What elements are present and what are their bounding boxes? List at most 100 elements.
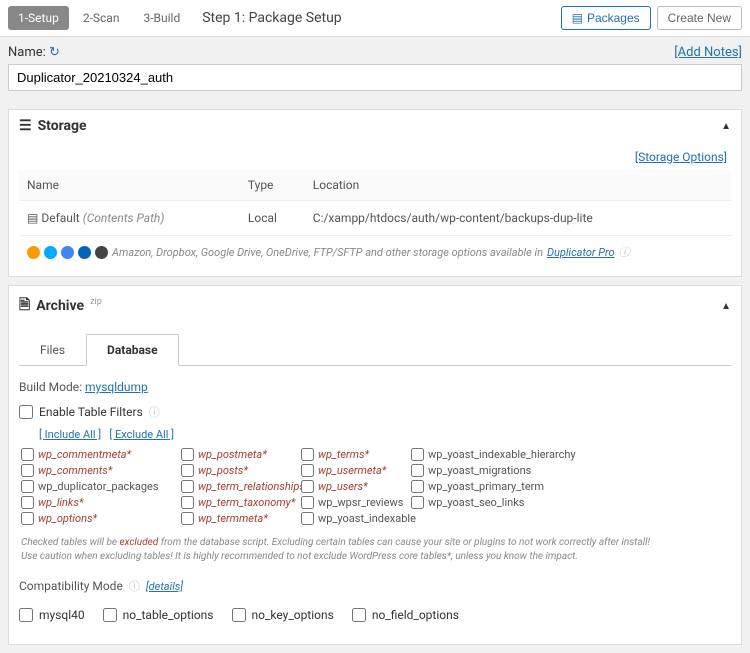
lbl: no_field_options [372, 608, 459, 622]
storage-row: ▤ Default (Contents Path) Local C:/xampp… [19, 201, 731, 236]
info-icon[interactable]: ⓘ [619, 244, 630, 260]
tbl-chk[interactable] [21, 480, 34, 493]
tbl-chk[interactable] [181, 496, 194, 509]
details-link[interactable]: [details] [146, 580, 183, 593]
col-name: Name [19, 170, 240, 201]
tbl-label: wp_terms* [318, 448, 369, 461]
step-1[interactable]: 1-Setup [8, 6, 69, 30]
tbl-chk[interactable] [181, 512, 194, 525]
tbl-label: wp_yoast_indexable_hierarchy [428, 448, 576, 461]
tbl-label: wp_yoast_primary_term [428, 480, 544, 493]
lbl: no_table_options [123, 608, 214, 622]
help-icon[interactable]: ⓘ [129, 578, 140, 594]
tbl-chk[interactable] [411, 496, 424, 509]
tbl-chk[interactable] [21, 464, 34, 477]
chk[interactable] [232, 608, 246, 622]
tbl-chk[interactable] [301, 480, 314, 493]
tbl-label: wp_usermeta* [318, 464, 386, 477]
storage-icon: ☰ [19, 118, 32, 134]
col-location: Location [305, 170, 731, 201]
storage-header[interactable]: ☰ Storage ▲ [9, 110, 741, 142]
tbl-chk[interactable] [181, 480, 194, 493]
build-mode-label: Build Mode: [19, 380, 82, 394]
tables-grid: wp_commentmeta* wp_postmeta* wp_terms* w… [19, 447, 731, 526]
tab-files[interactable]: Files [19, 334, 86, 365]
archive-header[interactable]: 🗎 Archive zip ▲ [9, 286, 741, 326]
step-3[interactable]: 3-Build [133, 6, 190, 30]
exclude-all-link[interactable]: [ Exclude All ] [109, 428, 174, 441]
tbl-label: wp_options* [38, 512, 97, 525]
tbl-label: wp_yoast_seo_links [428, 496, 524, 509]
tbl-label: wp_yoast_indexable [318, 512, 416, 525]
compat-mysql40[interactable]: mysql40 [19, 602, 85, 628]
tbl-label: wp_comments* [38, 464, 112, 477]
tbl-chk[interactable] [301, 496, 314, 509]
warning-text: Checked tables will be excluded from the… [19, 526, 731, 574]
tbl-label: wp_term_relationships* [198, 480, 309, 493]
tbl-chk[interactable] [301, 448, 314, 461]
tbl-chk[interactable] [21, 512, 34, 525]
archive-zip-badge: zip [90, 297, 102, 307]
packages-icon: ▤ [572, 11, 583, 25]
server-icon: ▤ [27, 211, 41, 225]
help-icon[interactable]: ⓘ [149, 404, 160, 420]
packages-label: Packages [587, 11, 640, 25]
enable-filters-checkbox[interactable] [19, 405, 33, 419]
step-2[interactable]: 2-Scan [73, 6, 130, 30]
storage-location: C:/xampp/htdocs/auth/wp-content/backups-… [305, 201, 731, 236]
tbl-label: wp_links* [38, 496, 83, 509]
tbl-chk[interactable] [411, 464, 424, 477]
name-label: Name: [8, 45, 46, 60]
create-new-button[interactable]: Create New [657, 6, 742, 30]
tbl-label: wp_posts* [198, 464, 248, 477]
chk[interactable] [352, 608, 366, 622]
dropbox-icon [44, 246, 57, 259]
tbl-chk[interactable] [411, 480, 424, 493]
tbl-chk[interactable] [181, 464, 194, 477]
compat-label: Compatibility Mode [19, 579, 123, 593]
tbl-label: wp_wpsr_reviews [318, 496, 403, 509]
build-mode-link[interactable]: mysqldump [85, 380, 148, 394]
chk[interactable] [103, 608, 117, 622]
providers-text: Amazon, Dropbox, Google Drive, OneDrive,… [112, 246, 543, 259]
archive-panel: 🗎 Archive zip ▲ Files Database Build Mod… [8, 285, 742, 645]
lbl: no_key_options [252, 608, 334, 622]
duplicator-pro-link[interactable]: Duplicator Pro [547, 246, 615, 259]
reset-name-icon[interactable]: ↻ [46, 45, 60, 60]
tbl-chk[interactable] [21, 496, 34, 509]
amazon-icon [27, 246, 40, 259]
tbl-label: wp_commentmeta* [38, 448, 131, 461]
lbl: mysql40 [39, 608, 85, 622]
tbl-label: wp_termmeta* [198, 512, 268, 525]
chk[interactable] [19, 608, 33, 622]
collapse-icon: ▲ [721, 301, 731, 312]
tbl-label: wp_users* [318, 480, 368, 493]
tbl-label: wp_term_taxonomy* [198, 496, 295, 509]
storage-name: Default [41, 211, 79, 225]
ftp-icon [95, 246, 108, 259]
enable-table-filters[interactable]: Enable Table Filters ⓘ [19, 398, 731, 426]
compat-no-key-options[interactable]: no_key_options [232, 602, 334, 628]
tbl-label: wp_postmeta* [198, 448, 267, 461]
tbl-chk[interactable] [301, 512, 314, 525]
include-all-link[interactable]: [ Include All ] [39, 428, 101, 441]
compat-no-field-options[interactable]: no_field_options [352, 602, 459, 628]
step-title: Step 1: Package Setup [202, 10, 341, 26]
tbl-chk[interactable] [21, 448, 34, 461]
compat-no-table-options[interactable]: no_table_options [103, 602, 214, 628]
archive-title: Archive [36, 298, 84, 314]
storage-title: Storage [38, 118, 87, 134]
tbl-label: wp_duplicator_packages [38, 480, 159, 493]
storage-options-link[interactable]: [Storage Options] [635, 150, 727, 164]
tab-database[interactable]: Database [86, 334, 179, 366]
add-notes-link[interactable]: [Add Notes] [674, 45, 742, 60]
tbl-chk[interactable] [411, 448, 424, 461]
storage-suffix: (Contents Path) [83, 211, 165, 225]
package-name-input[interactable] [8, 64, 742, 91]
onedrive-icon [78, 246, 91, 259]
tbl-chk[interactable] [181, 448, 194, 461]
col-type: Type [240, 170, 305, 201]
packages-button[interactable]: ▤ Packages [561, 6, 651, 30]
tbl-chk[interactable] [301, 464, 314, 477]
enable-filters-label: Enable Table Filters [39, 405, 143, 419]
